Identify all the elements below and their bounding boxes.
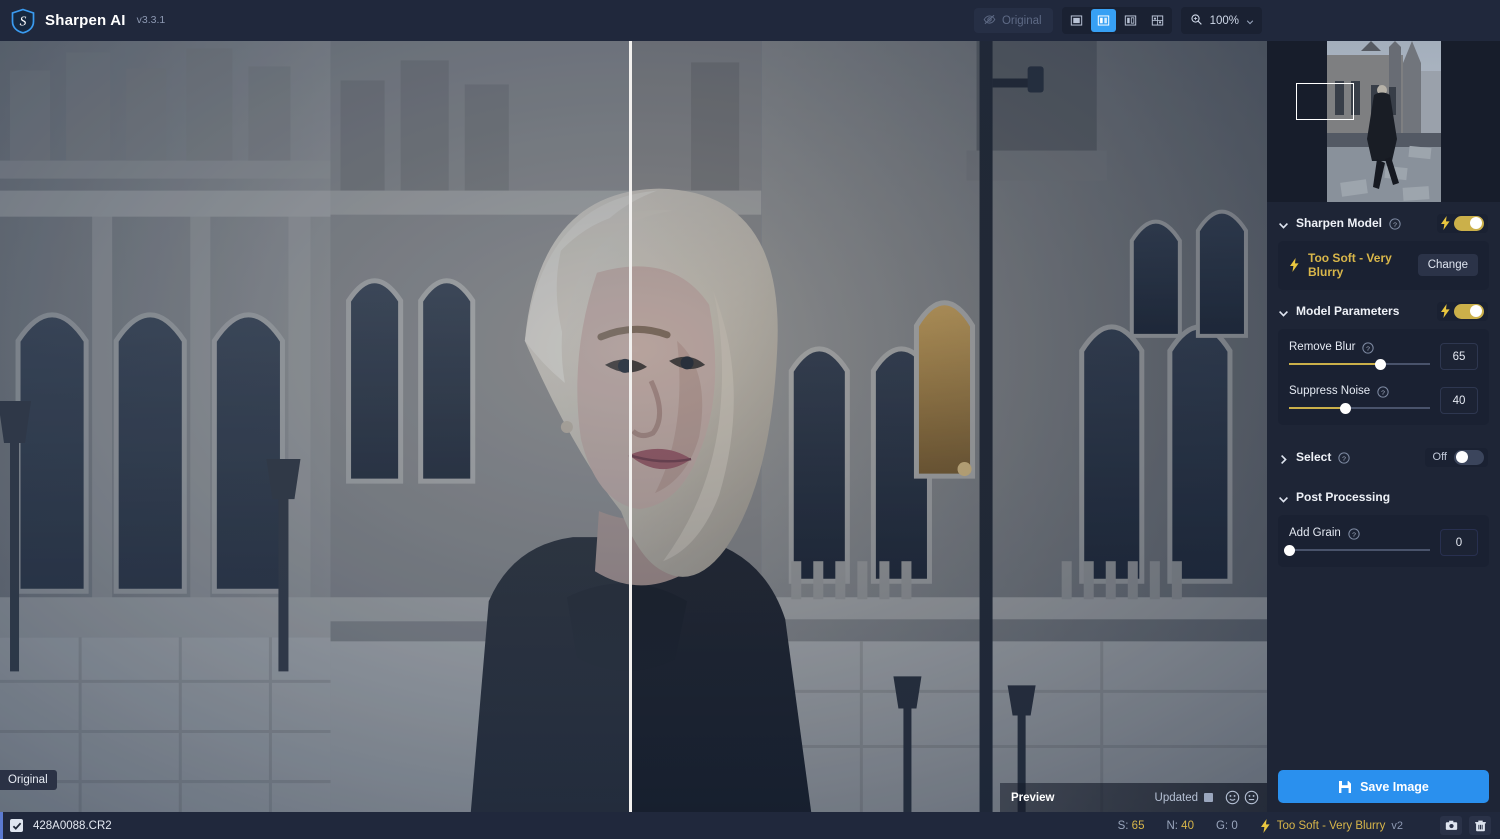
section-title: Select xyxy=(1296,450,1332,464)
save-image-label: Save Image xyxy=(1360,779,1429,794)
chevron-right-icon xyxy=(1278,452,1289,464)
preview-status-bar: Preview Updated xyxy=(1000,783,1267,812)
param-add-grain: Add Grain ? 0 xyxy=(1283,525,1478,556)
lightning-bolt-icon xyxy=(1440,304,1451,318)
sharpen-model-card: Too Soft - Very Blurry Change xyxy=(1278,241,1489,290)
remove-blur-value[interactable]: 65 xyxy=(1440,343,1478,370)
magnifier-icon xyxy=(1190,13,1203,29)
readout-grain: G: 0 xyxy=(1215,819,1238,832)
snapshot-button[interactable] xyxy=(1440,816,1462,835)
sharpen-ai-window: S Sharpen AI v3.3.1 Original 100% Origin… xyxy=(0,0,1500,839)
view-mode-group xyxy=(1061,7,1172,34)
section-header-sharpen-model[interactable]: Sharpen Model ? xyxy=(1267,207,1500,239)
photo-preview xyxy=(0,41,1267,812)
selected-model-name: Too Soft - Very Blurry xyxy=(1308,251,1392,279)
param-label: Add Grain xyxy=(1289,526,1341,539)
right-panel: Sharpen Model ? Too Soft - Very Blurry C… xyxy=(1267,41,1500,812)
help-circle-icon[interactable]: ? xyxy=(1377,385,1389,398)
zoom-control[interactable]: 100% xyxy=(1180,7,1262,34)
chevron-down-icon xyxy=(1278,492,1289,503)
change-model-button[interactable]: Change xyxy=(1417,254,1478,276)
workspace: Original Preview Updated Sharpen Model ?… xyxy=(0,41,1500,812)
top-toolbar: S Sharpen AI v3.3.1 Original 100% xyxy=(0,0,1500,41)
app-brand: S Sharpen AI v3.3.1 xyxy=(10,8,165,34)
suppress-noise-slider[interactable] xyxy=(1289,402,1430,414)
split-pane-icon[interactable] xyxy=(1090,9,1116,32)
navigator-thumbnail[interactable] xyxy=(1267,41,1500,202)
eye-slash-icon xyxy=(983,13,996,29)
file-checkbox[interactable] xyxy=(10,819,23,832)
delete-button[interactable] xyxy=(1469,816,1491,835)
toolbar-controls: Original 100% xyxy=(973,0,1262,41)
four-pane-icon[interactable] xyxy=(1145,9,1170,32)
panel-sections: Sharpen Model ? Too Soft - Very Blurry C… xyxy=(1267,202,1500,762)
help-circle-icon[interactable]: ? xyxy=(1348,527,1360,540)
add-grain-slider[interactable] xyxy=(1283,544,1430,556)
sharpen-model-toggle[interactable] xyxy=(1437,213,1488,233)
select-toggle-label: Off xyxy=(1432,451,1447,463)
chevron-down-icon xyxy=(1246,17,1254,25)
feedback-happy-icon[interactable] xyxy=(1225,790,1240,805)
svg-text:S: S xyxy=(20,13,27,28)
preview-swatch-icon xyxy=(1204,793,1213,802)
original-compare-button[interactable]: Original xyxy=(973,8,1053,33)
lightning-bolt-icon xyxy=(1260,818,1271,833)
image-canvas[interactable]: Original Preview Updated xyxy=(0,41,1267,812)
section-title: Model Parameters xyxy=(1296,304,1400,318)
svg-text:?: ? xyxy=(1381,389,1385,396)
model-parameters-card: Remove Blur ? 65 Suppress Noise ? 40 xyxy=(1278,329,1489,425)
navigator-viewport-rect[interactable] xyxy=(1296,83,1354,120)
svg-text:?: ? xyxy=(1352,531,1356,538)
status-model-version: v2 xyxy=(1391,819,1403,832)
status-bar: 428A0088.CR2 S: 65 N: 40 G: 0 Too Soft -… xyxy=(0,812,1500,839)
app-name: Sharpen AI xyxy=(45,12,126,29)
original-compare-label: Original xyxy=(1001,14,1042,27)
param-remove-blur: Remove Blur ? 65 xyxy=(1289,339,1478,370)
status-model-name: Too Soft - Very Blurry xyxy=(1276,819,1386,832)
preview-label: Preview xyxy=(1011,791,1055,804)
param-label: Suppress Noise xyxy=(1289,384,1371,397)
param-label: Remove Blur xyxy=(1289,340,1356,353)
section-title: Post Processing xyxy=(1296,490,1391,504)
two-pane-icon[interactable] xyxy=(1118,9,1143,32)
feedback-neutral-icon[interactable] xyxy=(1244,790,1259,805)
remove-blur-slider[interactable] xyxy=(1289,358,1430,370)
section-header-model-parameters[interactable]: Model Parameters xyxy=(1267,295,1500,327)
add-grain-value[interactable]: 0 xyxy=(1440,529,1478,556)
status-accent-edge xyxy=(0,812,3,839)
section-title: Sharpen Model xyxy=(1296,216,1383,230)
preview-updated-label: Updated xyxy=(1154,791,1198,804)
lightning-bolt-icon xyxy=(1289,258,1300,272)
readout-sharpen: S: 65 xyxy=(1117,819,1145,832)
save-disk-icon xyxy=(1338,780,1352,794)
post-processing-card: Add Grain ? 0 xyxy=(1278,515,1489,567)
zoom-level-label: 100% xyxy=(1209,14,1239,27)
lightning-bolt-icon xyxy=(1440,216,1451,230)
help-circle-icon[interactable]: ? xyxy=(1362,341,1375,354)
svg-text:?: ? xyxy=(1367,345,1371,352)
suppress-noise-value[interactable]: 40 xyxy=(1440,387,1478,414)
help-circle-icon[interactable]: ? xyxy=(1389,217,1401,230)
readout-noise: N: 40 xyxy=(1166,819,1194,832)
split-view-divider[interactable] xyxy=(629,41,632,812)
svg-text:?: ? xyxy=(1342,456,1346,463)
section-header-post-processing[interactable]: Post Processing xyxy=(1267,481,1500,513)
status-readouts: S: 65 N: 40 G: 0 Too Soft - Very Blurry … xyxy=(1118,816,1491,835)
status-model: Too Soft - Very Blurry v2 xyxy=(1260,818,1403,833)
chevron-down-icon xyxy=(1278,218,1289,229)
single-pane-icon[interactable] xyxy=(1064,9,1089,32)
svg-text:?: ? xyxy=(1393,222,1397,229)
help-circle-icon[interactable]: ? xyxy=(1338,451,1351,464)
chevron-down-icon xyxy=(1278,306,1289,317)
model-parameters-toggle[interactable] xyxy=(1437,301,1488,321)
select-toggle[interactable]: Off xyxy=(1424,447,1488,467)
shield-s-logo-icon: S xyxy=(10,8,36,34)
section-header-select[interactable]: Select ? Off xyxy=(1267,441,1500,473)
app-version: v3.3.1 xyxy=(136,14,166,26)
current-filename: 428A0088.CR2 xyxy=(33,819,112,832)
canvas-original-label: Original xyxy=(0,770,57,790)
param-suppress-noise: Suppress Noise ? 40 xyxy=(1289,383,1478,414)
save-image-button[interactable]: Save Image xyxy=(1278,770,1489,803)
